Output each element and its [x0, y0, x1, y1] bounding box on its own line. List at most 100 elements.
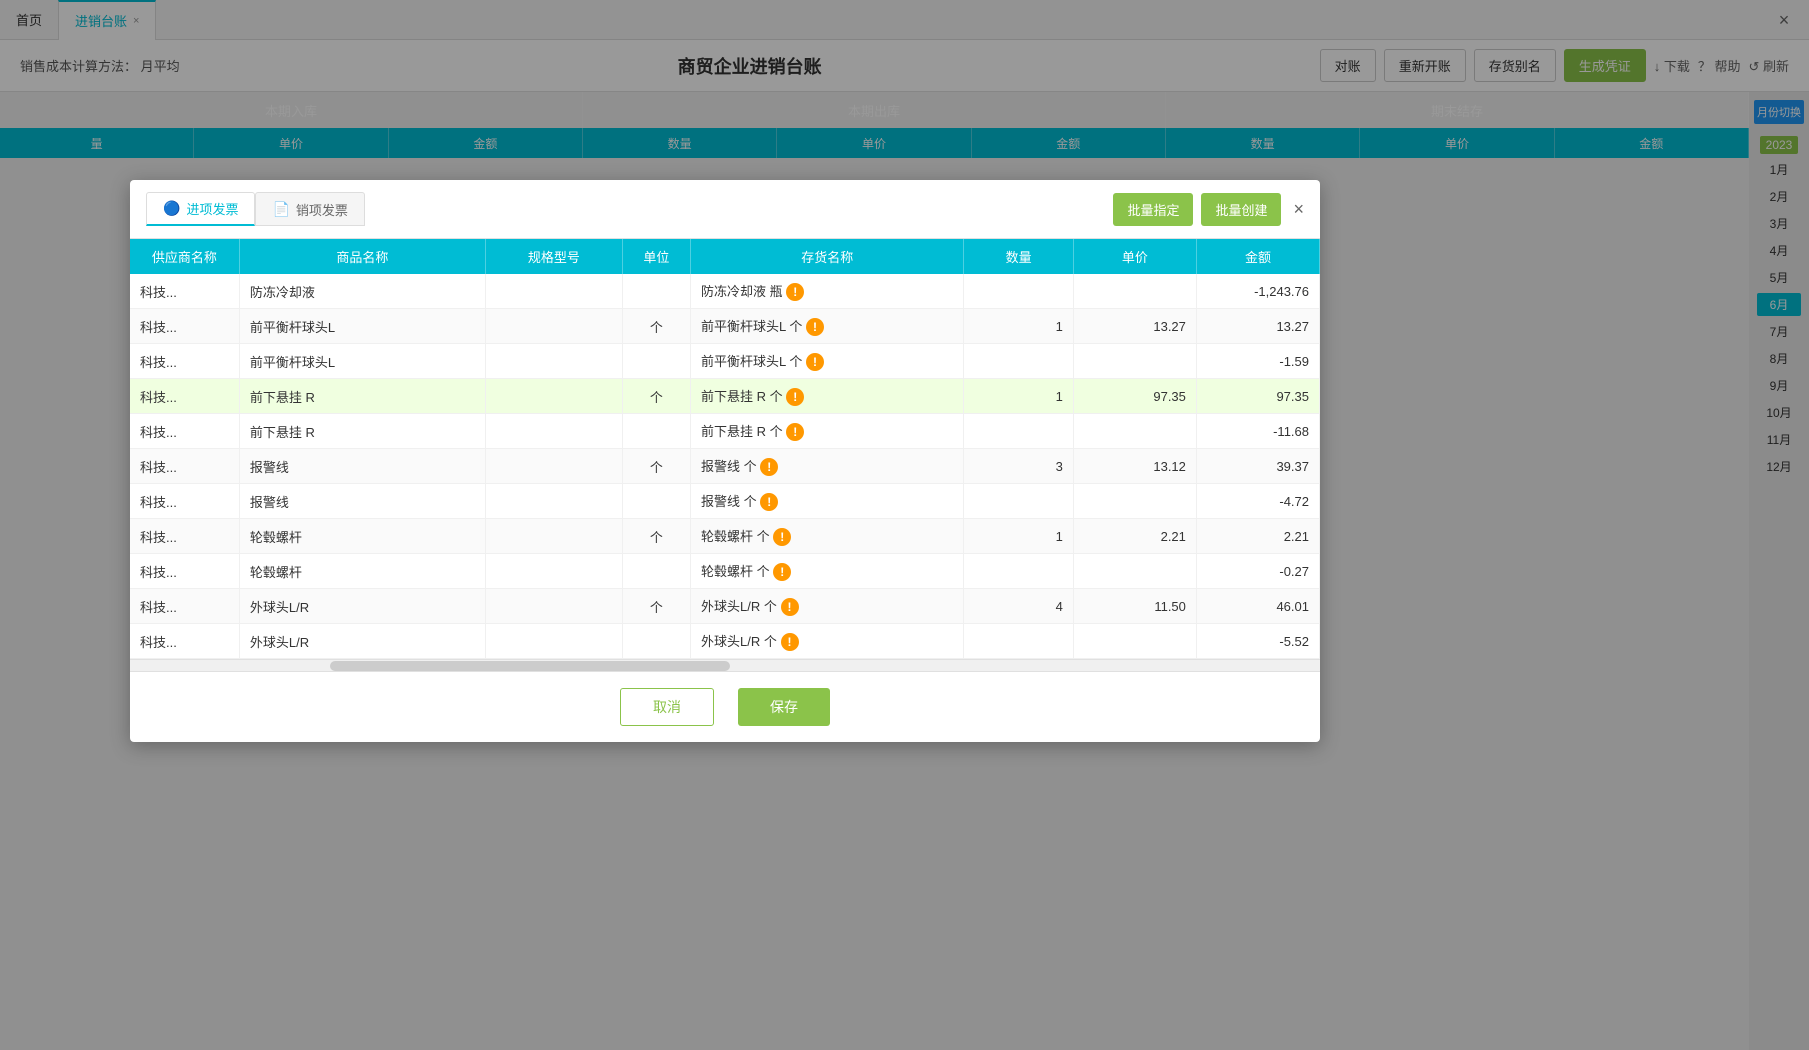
cell-unit: [622, 554, 690, 589]
cell-product: 报警线: [239, 484, 485, 519]
table-row[interactable]: 科技... 外球头L/R 外球头L/R 个 ! -5.52: [130, 624, 1320, 659]
cell-product: 轮毂螺杆: [239, 519, 485, 554]
table-row[interactable]: 科技... 前平衡杆球头L 前平衡杆球头L 个 ! -1.59: [130, 344, 1320, 379]
cell-price: [1073, 414, 1196, 449]
table-row[interactable]: 科技... 外球头L/R 个 外球头L/R 个 ! 4 11.50 46.01: [130, 589, 1320, 624]
save-button[interactable]: 保存: [738, 688, 830, 726]
table-header-row: 供应商名称 商品名称 规格型号 单位 存货名称 数量 单价 金额: [130, 239, 1320, 274]
warning-icon: !: [806, 318, 824, 336]
cell-price: 13.12: [1073, 449, 1196, 484]
cell-unit: 个: [622, 379, 690, 414]
jinxiang-icon: 🔵: [163, 200, 180, 217]
cell-qty: [964, 414, 1073, 449]
cell-inventory: 轮毂螺杆 个 !: [691, 554, 964, 589]
dialog-close-button[interactable]: ×: [1293, 199, 1304, 220]
table-row[interactable]: 科技... 前下悬挂 R 个 前下悬挂 R 个 ! 1 97.35 97.35: [130, 379, 1320, 414]
th-unit: 单位: [622, 239, 690, 274]
cell-product: 外球头L/R: [239, 589, 485, 624]
cell-price: 2.21: [1073, 519, 1196, 554]
batch-assign-button[interactable]: 批量指定: [1113, 193, 1193, 226]
scrollbar-thumb[interactable]: [330, 661, 730, 671]
warning-icon: !: [786, 283, 804, 301]
dialog-body[interactable]: 供应商名称 商品名称 规格型号 单位 存货名称 数量 单价 金额 科技... 防…: [130, 239, 1320, 659]
th-amount: 金额: [1196, 239, 1319, 274]
warning-icon: !: [781, 633, 799, 651]
tab-xiaoxiang[interactable]: 📄 销项发票: [255, 192, 364, 226]
cell-unit: [622, 274, 690, 309]
cell-qty: 4: [964, 589, 1073, 624]
cell-supplier: 科技...: [130, 379, 239, 414]
cell-supplier: 科技...: [130, 484, 239, 519]
cell-qty: [964, 274, 1073, 309]
warning-icon: !: [786, 388, 804, 406]
dialog-footer: 取消 保存: [130, 671, 1320, 742]
cell-unit: 个: [622, 309, 690, 344]
cell-qty: 3: [964, 449, 1073, 484]
cell-product: 防冻冷却液: [239, 274, 485, 309]
cell-amount: -11.68: [1196, 414, 1319, 449]
cell-unit: 个: [622, 589, 690, 624]
horizontal-scrollbar[interactable]: [130, 659, 1320, 671]
warning-icon: !: [760, 458, 778, 476]
dialog-tabs: 🔵 进项发票 📄 销项发票: [146, 192, 1113, 226]
cell-price: [1073, 484, 1196, 519]
cell-inventory: 前下悬挂 R 个 !: [691, 414, 964, 449]
table-row[interactable]: 科技... 前下悬挂 R 前下悬挂 R 个 ! -11.68: [130, 414, 1320, 449]
warning-icon: !: [781, 598, 799, 616]
table-row[interactable]: 科技... 防冻冷却液 防冻冷却液 瓶 ! -1,243.76: [130, 274, 1320, 309]
th-price: 单价: [1073, 239, 1196, 274]
cell-spec: [485, 589, 622, 624]
cell-inventory: 外球头L/R 个 !: [691, 589, 964, 624]
xiaoxiang-icon: 📄: [272, 201, 289, 218]
dialog: 🔵 进项发票 📄 销项发票 批量指定 批量创建 × 供应商名称 商品名称 规格型…: [130, 180, 1320, 742]
cell-amount: -0.27: [1196, 554, 1319, 589]
cell-inventory: 外球头L/R 个 !: [691, 624, 964, 659]
cell-qty: 1: [964, 309, 1073, 344]
dialog-header: 🔵 进项发票 📄 销项发票 批量指定 批量创建 ×: [130, 180, 1320, 239]
cell-inventory: 报警线 个 !: [691, 484, 964, 519]
cell-supplier: 科技...: [130, 624, 239, 659]
table-row[interactable]: 科技... 轮毂螺杆 个 轮毂螺杆 个 ! 1 2.21 2.21: [130, 519, 1320, 554]
warning-icon: !: [773, 528, 791, 546]
cell-amount: -1.59: [1196, 344, 1319, 379]
cancel-button[interactable]: 取消: [620, 688, 714, 726]
tab-jinxiang-label: 进项发票: [186, 199, 238, 218]
batch-create-button[interactable]: 批量创建: [1201, 193, 1281, 226]
th-product: 商品名称: [239, 239, 485, 274]
invoice-table: 供应商名称 商品名称 规格型号 单位 存货名称 数量 单价 金额 科技... 防…: [130, 239, 1320, 659]
table-row[interactable]: 科技... 报警线 报警线 个 ! -4.72: [130, 484, 1320, 519]
cell-unit: [622, 414, 690, 449]
tab-jinxiang[interactable]: 🔵 进项发票: [146, 192, 255, 226]
cell-amount: 13.27: [1196, 309, 1319, 344]
cell-amount: 39.37: [1196, 449, 1319, 484]
cell-product: 外球头L/R: [239, 624, 485, 659]
warning-icon: !: [773, 563, 791, 581]
cell-supplier: 科技...: [130, 344, 239, 379]
cell-spec: [485, 274, 622, 309]
table-row[interactable]: 科技... 前平衡杆球头L 个 前平衡杆球头L 个 ! 1 13.27 13.2…: [130, 309, 1320, 344]
cell-product: 前平衡杆球头L: [239, 309, 485, 344]
table-row[interactable]: 科技... 报警线 个 报警线 个 ! 3 13.12 39.37: [130, 449, 1320, 484]
cell-qty: [964, 344, 1073, 379]
cell-supplier: 科技...: [130, 414, 239, 449]
cell-amount: -1,243.76: [1196, 274, 1319, 309]
cell-qty: 1: [964, 519, 1073, 554]
cell-spec: [485, 624, 622, 659]
table-row[interactable]: 科技... 轮毂螺杆 轮毂螺杆 个 ! -0.27: [130, 554, 1320, 589]
cell-supplier: 科技...: [130, 309, 239, 344]
cell-product: 报警线: [239, 449, 485, 484]
warning-icon: !: [760, 493, 778, 511]
th-inventory: 存货名称: [691, 239, 964, 274]
cell-product: 轮毂螺杆: [239, 554, 485, 589]
cell-product: 前下悬挂 R: [239, 379, 485, 414]
cell-spec: [485, 449, 622, 484]
cell-price: 11.50: [1073, 589, 1196, 624]
cell-price: 13.27: [1073, 309, 1196, 344]
cell-spec: [485, 344, 622, 379]
cell-price: [1073, 624, 1196, 659]
cell-inventory: 前平衡杆球头L 个 !: [691, 309, 964, 344]
cell-amount: -4.72: [1196, 484, 1319, 519]
th-spec: 规格型号: [485, 239, 622, 274]
cell-inventory: 防冻冷却液 瓶 !: [691, 274, 964, 309]
cell-supplier: 科技...: [130, 519, 239, 554]
